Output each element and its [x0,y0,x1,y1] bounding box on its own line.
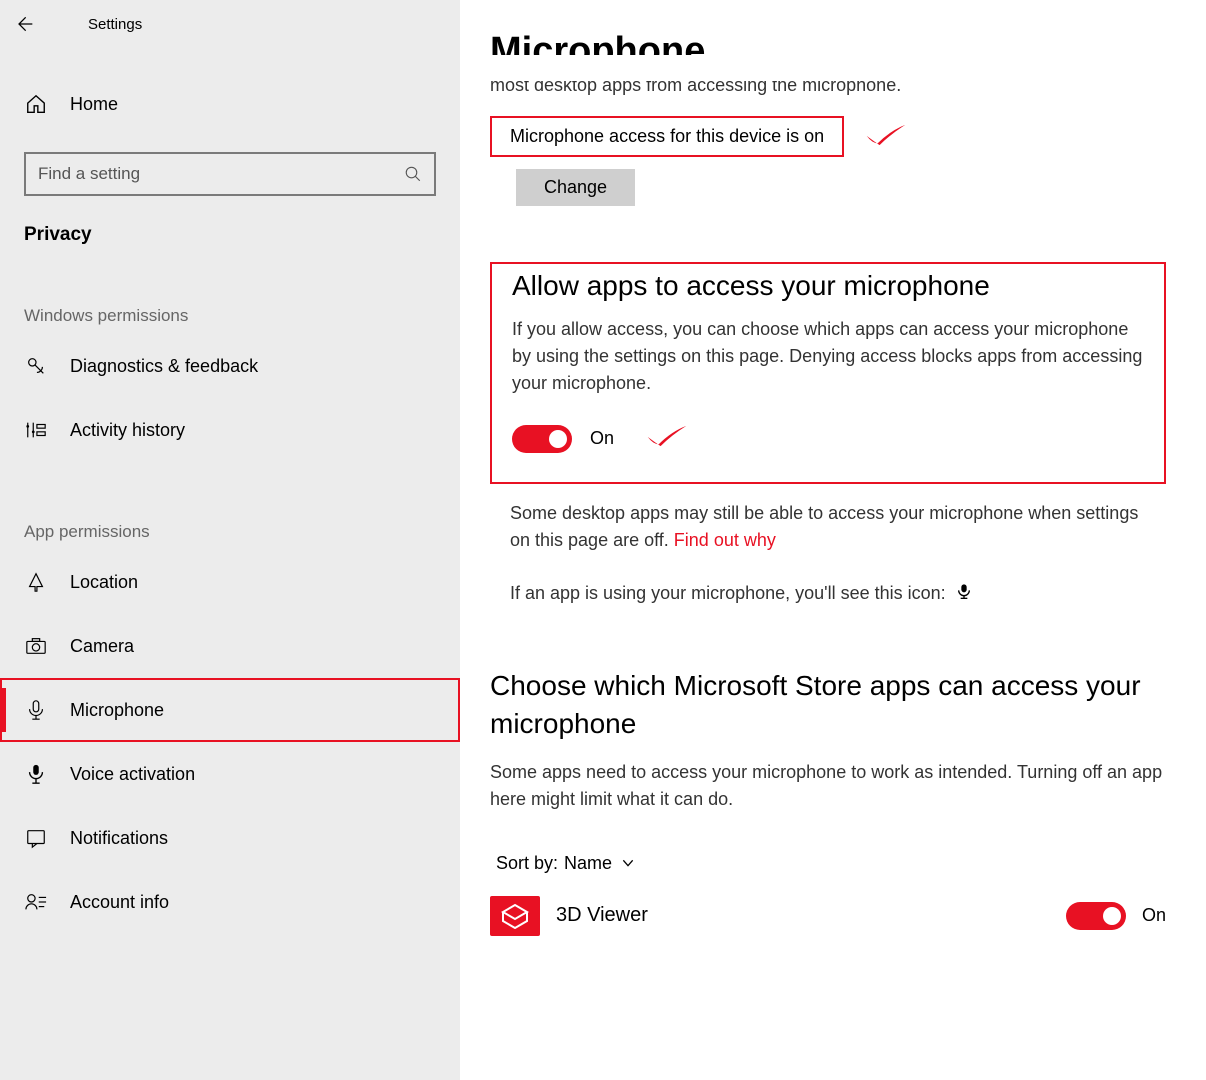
back-button[interactable] [0,0,48,48]
sidebar-item-label: Account info [70,892,169,913]
activity-history-icon [24,419,48,441]
sort-by-dropdown[interactable]: Name [564,853,636,874]
sidebar-item-label: Camera [70,636,134,657]
desktop-apps-note-text: Some desktop apps may still be able to a… [510,503,1138,550]
mic-in-use-text: If an app is using your microphone, you'… [510,583,946,604]
group-app-permissions: App permissions [24,522,460,542]
sidebar-item-account-info[interactable]: Account info [0,870,460,934]
sidebar-item-voice-activation[interactable]: Voice activation [0,742,460,806]
arrow-left-icon [14,14,34,34]
allow-apps-body: If you allow access, you can choose whic… [512,316,1144,397]
location-icon [24,571,48,593]
microphone-icon [24,699,48,721]
choose-apps-section: Choose which Microsoft Store apps can ac… [490,667,1166,936]
app-toggle-state: On [1142,905,1166,926]
group-windows-permissions: Windows permissions [24,306,460,326]
chevron-down-icon [620,855,636,871]
sidebar-item-camera[interactable]: Camera [0,614,460,678]
desktop-apps-note: Some desktop apps may still be able to a… [490,500,1166,554]
titlebar: Settings [0,0,460,48]
sidebar-item-microphone[interactable]: Microphone [0,678,460,742]
settings-sidebar: Settings Home Privacy Windows permission… [0,0,460,1080]
mic-in-use-note: If an app is using your microphone, you'… [490,580,1166,607]
sidebar-item-label: Activity history [70,420,185,441]
microphone-indicator-icon [956,580,972,607]
home-icon [24,93,48,115]
sidebar-item-label: Diagnostics & feedback [70,356,258,377]
search-icon [404,165,422,183]
sort-by-label: Sort by: [496,853,558,874]
allow-apps-section: Allow apps to access your microphone If … [490,262,1166,484]
annotation-checkmark-icon [863,120,909,155]
app-name: 3D Viewer [556,904,1066,927]
change-button[interactable]: Change [516,169,635,206]
app-list-row: 3D Viewer On [490,896,1166,936]
search-box[interactable] [24,152,436,196]
sidebar-home[interactable]: Home [0,80,460,128]
find-out-why-link[interactable]: Find out why [674,530,776,550]
sidebar-item-label: Notifications [70,828,168,849]
device-access-status: Microphone access for this device is on [490,116,844,157]
allow-apps-heading: Allow apps to access your microphone [512,270,1144,302]
app-title: Settings [88,16,142,33]
account-info-icon [24,891,48,913]
sidebar-item-label: Location [70,572,138,593]
camera-icon [24,635,48,657]
scrolled-text-fragment: most desktop apps from accessing the mic… [490,75,1166,96]
sidebar-item-label: Voice activation [70,764,195,785]
sidebar-item-notifications[interactable]: Notifications [0,806,460,870]
sidebar-item-label: Microphone [70,700,164,721]
main-content: Microphone most desktop apps from access… [460,0,1206,1080]
app-toggle-3d-viewer[interactable] [1066,902,1126,930]
3d-viewer-icon [500,903,530,929]
sidebar-home-label: Home [70,94,118,115]
sidebar-section-title: Privacy [24,224,460,246]
choose-apps-body: Some apps need to access your microphone… [490,759,1166,813]
sidebar-item-diagnostics[interactable]: Diagnostics & feedback [0,334,460,398]
app-tile-3d-viewer [490,896,540,936]
allow-apps-toggle[interactable] [512,425,572,453]
choose-apps-heading: Choose which Microsoft Store apps can ac… [490,667,1166,743]
feedback-icon [24,355,48,377]
sidebar-item-activity-history[interactable]: Activity history [0,398,460,462]
voice-activation-icon [24,763,48,785]
allow-apps-toggle-state: On [590,428,614,449]
notifications-icon [24,827,48,849]
sort-by-value: Name [564,853,612,874]
annotation-checkmark-icon [644,421,690,456]
search-input[interactable] [38,164,404,184]
sidebar-item-location[interactable]: Location [0,550,460,614]
